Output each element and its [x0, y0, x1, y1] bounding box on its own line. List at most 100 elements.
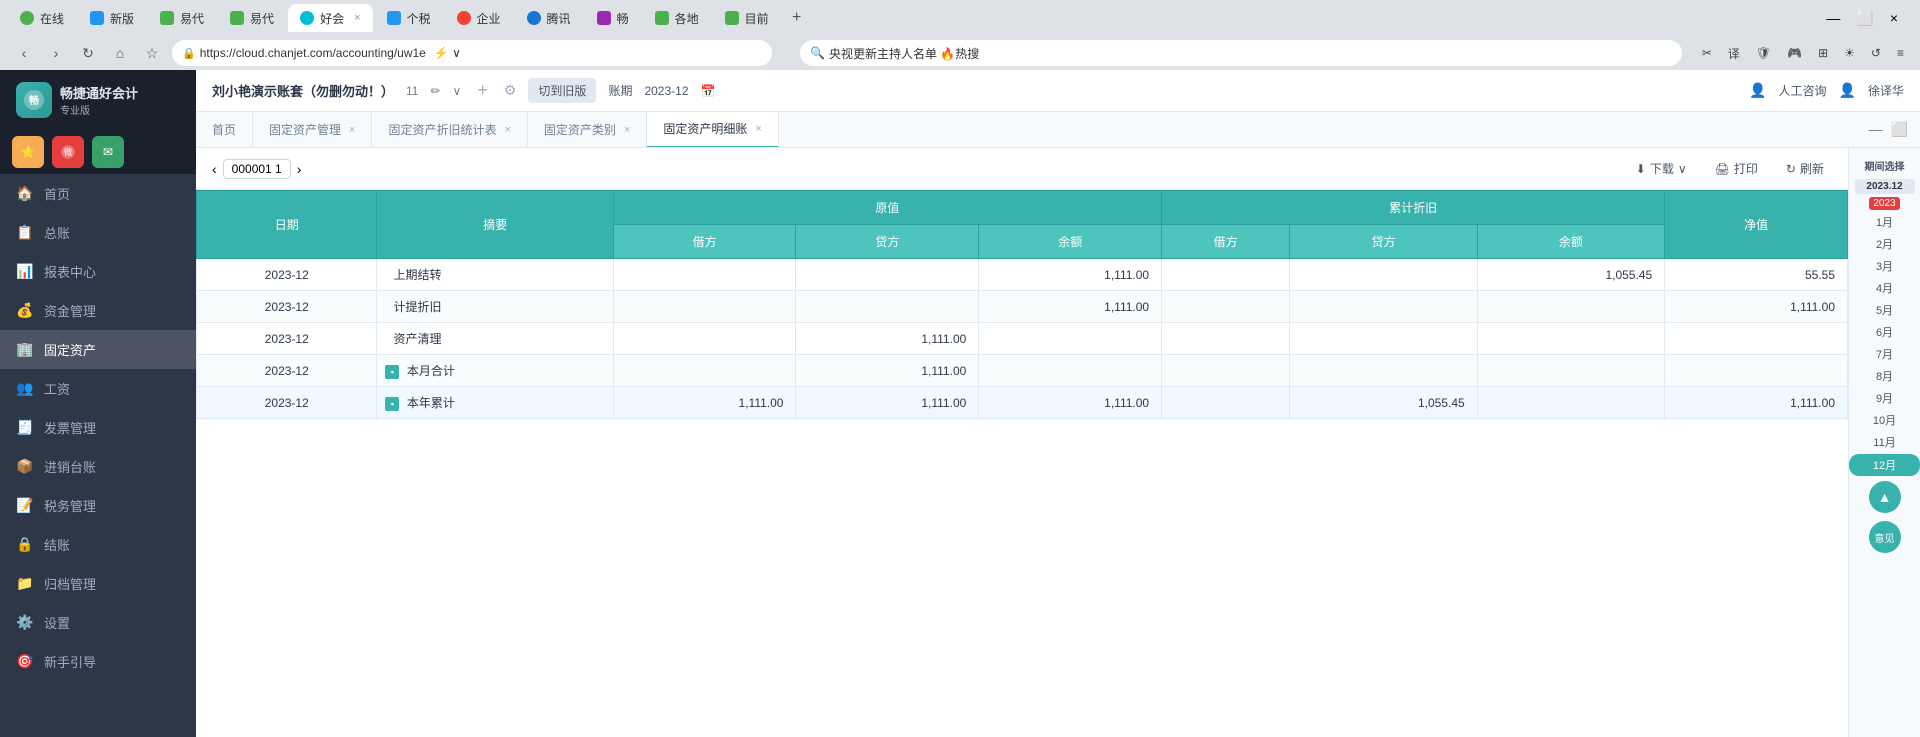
- browser-tab-zaixin[interactable]: 在线: [8, 4, 76, 32]
- print-btn[interactable]: 🖨 打印: [1707, 156, 1766, 181]
- period-month-2[interactable]: 2月: [1849, 233, 1920, 255]
- sidebar-item-funds[interactable]: 💰 资金管理: [0, 291, 196, 330]
- period-month-9[interactable]: 9月: [1849, 387, 1920, 409]
- settings-top-icon[interactable]: ⚙: [504, 82, 517, 99]
- calendar-icon[interactable]: 📅: [701, 84, 716, 98]
- period-month-12-selected[interactable]: 12月: [1849, 454, 1920, 476]
- period-month-4[interactable]: 4月: [1849, 277, 1920, 299]
- sidebar-item-tax[interactable]: 📝 税务管理: [0, 486, 196, 525]
- period-month-5[interactable]: 5月: [1849, 299, 1920, 321]
- th-orig-credit: 贷方: [796, 225, 979, 259]
- main-content: 刘小艳演示账套（勿删勿动！） 11 ✏ ∨ + ⚙ 切到旧版 账期 2023-1…: [196, 70, 1920, 737]
- period-header: 期间选择: [1863, 154, 1907, 177]
- sidebar-item-archive[interactable]: 📁 归档管理: [0, 564, 196, 603]
- sidebar-item-ledger[interactable]: 📋 总账: [0, 213, 196, 252]
- social-icon-btn[interactable]: 微: [52, 136, 84, 168]
- tab-favicon-8: [527, 11, 541, 25]
- period-month-7[interactable]: 7月: [1849, 343, 1920, 365]
- browser-tab-geshui[interactable]: 个税: [375, 4, 443, 32]
- browser-tab-tengxun[interactable]: 腾讯: [515, 4, 583, 32]
- browser-close-btn[interactable]: ×: [1884, 8, 1904, 29]
- period-value: 2023-12: [644, 84, 688, 98]
- tab-ledger-close[interactable]: ×: [755, 123, 761, 135]
- closing-icon: 🔒: [16, 536, 34, 553]
- tab-favicon-5: [300, 11, 314, 25]
- url-bar[interactable]: 🔒 https://cloud.chanjet.com/accounting/u…: [172, 40, 772, 66]
- row3-orig-debit: [613, 323, 796, 355]
- forward-button[interactable]: ›: [44, 41, 68, 65]
- tab-assets-close[interactable]: ×: [349, 124, 355, 136]
- browser-tab-xinban[interactable]: 新版: [78, 4, 146, 32]
- tab-restore-btn[interactable]: ⬜: [1891, 121, 1908, 138]
- translate-btn[interactable]: 译: [1724, 43, 1744, 64]
- browser-tab-muqian[interactable]: 目前: [713, 4, 781, 32]
- sidebar-label-ledger: 总账: [44, 223, 70, 242]
- search-bar[interactable]: 🔍 央视更新主持人名单 🔥热搜: [800, 40, 1682, 66]
- download-btn[interactable]: ⬇ 下载 ∨: [1628, 156, 1695, 181]
- tab-depreciation-close[interactable]: ×: [504, 124, 510, 136]
- new-tab-button[interactable]: +: [783, 4, 811, 32]
- row4-summary: ▪ 本月合计: [377, 355, 613, 387]
- period-month-6[interactable]: 6月: [1849, 321, 1920, 343]
- home-button[interactable]: ⌂: [108, 41, 132, 65]
- sidebar-item-closing[interactable]: 🔒 结账: [0, 525, 196, 564]
- browser-tab-yidai1[interactable]: 易代: [148, 4, 216, 32]
- user-label[interactable]: 徐译华: [1868, 82, 1904, 99]
- dropdown-icon[interactable]: ∨: [453, 84, 462, 98]
- tab-minimize-btn[interactable]: —: [1869, 121, 1883, 138]
- period-month-11[interactable]: 11月: [1849, 431, 1920, 453]
- sidebar-item-payroll[interactable]: 👥 工资: [0, 369, 196, 408]
- tab-home[interactable]: 首页: [196, 112, 253, 148]
- sidebar-item-guide[interactable]: 🎯 新手引导: [0, 642, 196, 681]
- menu-btn[interactable]: ≡: [1893, 44, 1908, 62]
- browser-tab-yidai2[interactable]: 易代: [218, 4, 286, 32]
- sun-btn[interactable]: ☀: [1840, 44, 1859, 62]
- period-month-8[interactable]: 8月: [1849, 365, 1920, 387]
- browser-tab-chang[interactable]: 畅: [585, 4, 641, 32]
- page-number-display[interactable]: 000001 1: [223, 159, 291, 179]
- ssl-lock-icon: 🔒: [182, 47, 196, 60]
- table-row: 2023-12 资产清理 1,111.00: [197, 323, 1848, 355]
- browser-tab-haohui[interactable]: 好会 ×: [288, 4, 372, 32]
- period-month-1[interactable]: 1月: [1849, 211, 1920, 233]
- period-month-10[interactable]: 10月: [1849, 409, 1920, 431]
- grid-btn[interactable]: ⊞: [1814, 44, 1832, 62]
- tab-assets-mgmt[interactable]: 固定资产管理 ×: [253, 112, 372, 148]
- tab-ledger-detail[interactable]: 固定资产明细账 ×: [647, 112, 778, 148]
- service-label[interactable]: 人工咨询: [1779, 82, 1827, 99]
- tab-category-close[interactable]: ×: [624, 124, 630, 136]
- prev-page-btn[interactable]: ‹: [212, 161, 217, 177]
- sidebar-item-reports[interactable]: 📊 报表中心: [0, 252, 196, 291]
- bookmark-button[interactable]: ☆: [140, 41, 164, 65]
- tab-close-5[interactable]: ×: [354, 12, 360, 24]
- browser-minimize-btn[interactable]: —: [1820, 8, 1846, 29]
- content-with-panel: ‹ 000001 1 › ⬇ 下载 ∨ 🖨 打印: [196, 148, 1920, 737]
- history-btn[interactable]: ↺: [1867, 44, 1885, 62]
- row4-dep-credit: [1290, 355, 1477, 387]
- browser-restore-btn[interactable]: ⬜: [1850, 8, 1879, 29]
- reload-button[interactable]: ↻: [76, 41, 100, 65]
- star-icon-btn[interactable]: ⭐: [12, 136, 44, 168]
- sidebar-nav: 🏠 首页 📋 总账 📊 报表中心 💰 资金管理 🏢 固定资产 👥 工资: [0, 174, 196, 737]
- refresh-btn[interactable]: ↻ 刷新: [1778, 156, 1832, 181]
- scroll-top-btn[interactable]: ▲: [1869, 481, 1901, 513]
- tab-depreciation-stats[interactable]: 固定资产折旧统计表 ×: [372, 112, 527, 148]
- sidebar-item-settings[interactable]: ⚙️ 设置: [0, 603, 196, 642]
- sidebar-item-home[interactable]: 🏠 首页: [0, 174, 196, 213]
- browser-tab-gedi[interactable]: 各地: [643, 4, 711, 32]
- game-btn[interactable]: 🎮: [1783, 44, 1806, 62]
- browser-tab-qiye[interactable]: 企业: [445, 4, 513, 32]
- switch-version-btn[interactable]: 切到旧版: [528, 78, 596, 103]
- sidebar-item-invoice[interactable]: 🧾 发票管理: [0, 408, 196, 447]
- sidebar-item-inventory[interactable]: 📦 进销台账: [0, 447, 196, 486]
- tab-category[interactable]: 固定资产类别 ×: [528, 112, 647, 148]
- page-nav: ‹ 000001 1 ›: [212, 159, 301, 179]
- sidebar-item-assets[interactable]: 🏢 固定资产: [0, 330, 196, 369]
- next-page-btn[interactable]: ›: [297, 161, 302, 177]
- email-icon-btn[interactable]: ✉: [92, 136, 124, 168]
- back-button[interactable]: ‹: [12, 41, 36, 65]
- shield-btn[interactable]: 🛡: [1752, 44, 1775, 62]
- feedback-btn[interactable]: 意见: [1869, 521, 1901, 553]
- cut-btn[interactable]: ✂: [1698, 44, 1716, 62]
- period-month-3[interactable]: 3月: [1849, 255, 1920, 277]
